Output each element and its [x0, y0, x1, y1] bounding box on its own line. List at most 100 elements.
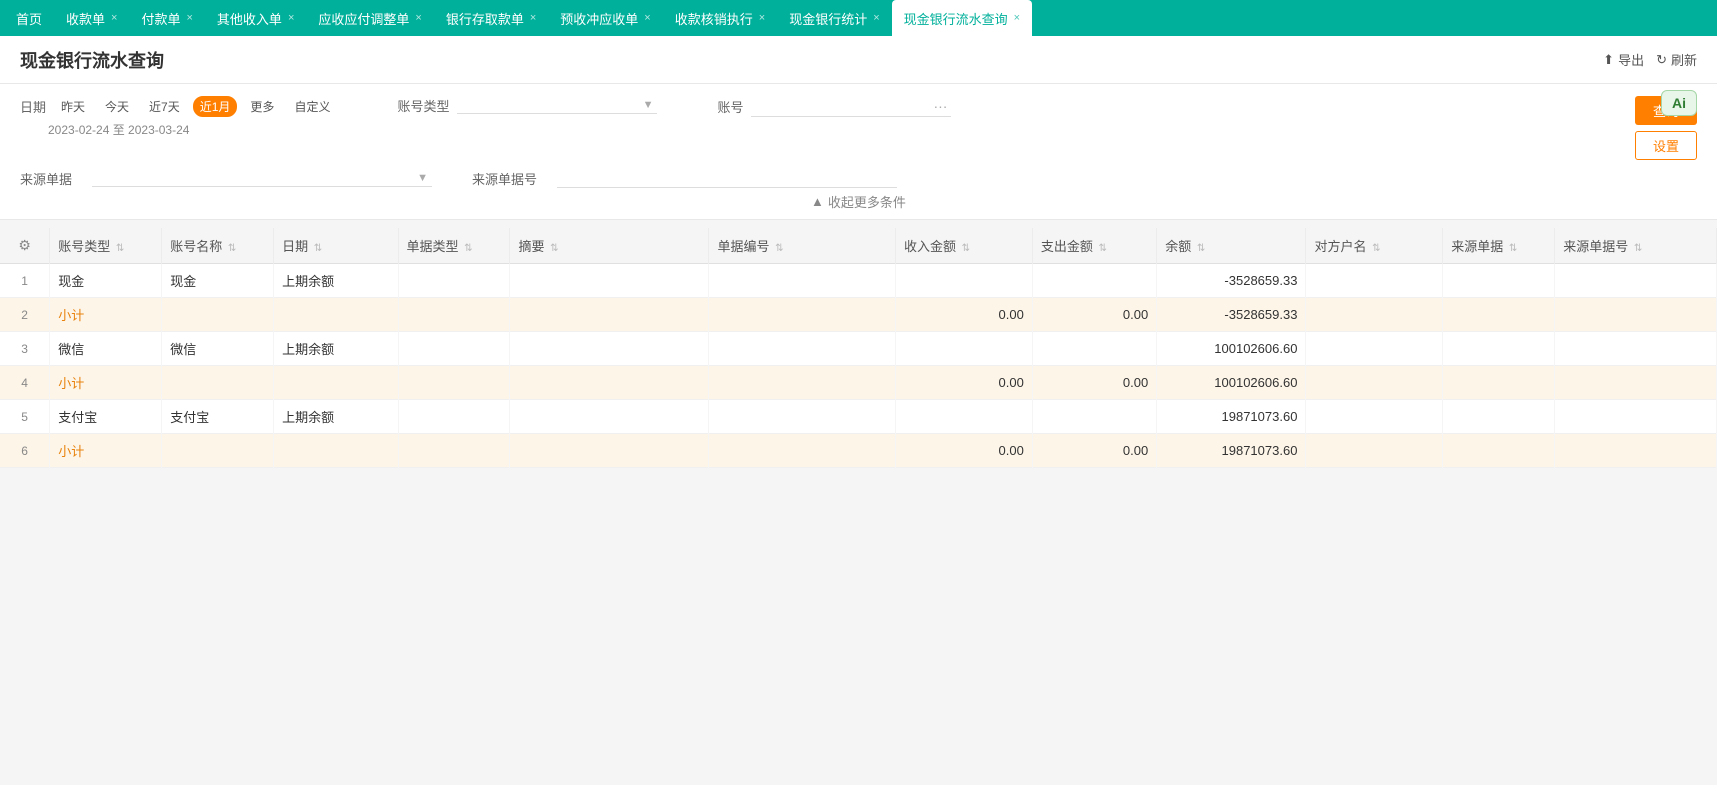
row-expense [1032, 332, 1156, 366]
date-label: 日期 [20, 97, 46, 116]
row-income [896, 264, 1033, 298]
col-income-sort-icon: ⇅ [962, 243, 970, 254]
page-title: 现金银行流水查询 [20, 47, 164, 73]
source-doc-select[interactable]: ▼ [92, 170, 432, 187]
col-doc-type-header[interactable]: 单据类型 ⇅ [398, 228, 510, 264]
nav-tab-payment-label: 付款单 [141, 9, 180, 28]
col-doc-no-header[interactable]: 单据编号 ⇅ [709, 228, 896, 264]
date-shortcuts: 昨天 今天 近7天 近1月 更多 自定义 [54, 96, 337, 117]
nav-tab-receipt[interactable]: 收款单 × [54, 0, 129, 36]
nav-tab-cash-bank-stat[interactable]: 现金银行统计 × [777, 0, 891, 36]
row-src-doc-no [1555, 298, 1717, 332]
nav-tab-prepay-ar[interactable]: 预收冲应收单 × [548, 0, 662, 36]
col-date-sort-icon: ⇅ [314, 243, 322, 254]
settings-button[interactable]: 设置 [1635, 131, 1697, 160]
table-row[interactable]: 3 微信 微信 上期余额 100102606.60 [0, 332, 1717, 366]
account-type-arrow-icon: ▼ [643, 99, 654, 111]
account-dots-icon[interactable]: ··· [933, 98, 947, 114]
export-icon: ⬆ [1603, 52, 1614, 68]
col-income-header[interactable]: 收入金额 ⇅ [896, 228, 1033, 264]
col-doc-no-label: 单据编号 [717, 239, 769, 254]
date-btn-more[interactable]: 更多 [243, 96, 281, 117]
col-balance-header[interactable]: 余额 ⇅ [1157, 228, 1306, 264]
date-btn-yesterday[interactable]: 昨天 [54, 96, 92, 117]
col-counterpart-label: 对方户名 [1314, 239, 1366, 254]
date-btn-custom[interactable]: 自定义 [287, 96, 337, 117]
account-field[interactable]: ··· [751, 96, 951, 117]
row-expense [1032, 264, 1156, 298]
nav-tab-bank-deposit[interactable]: 银行存取款单 × [434, 0, 548, 36]
col-acct-type-header[interactable]: 账号类型 ⇅ [50, 228, 162, 264]
col-settings-icon[interactable]: ⚙ [0, 228, 50, 264]
row-balance: 19871073.60 [1157, 400, 1306, 434]
account-type-select[interactable]: ▼ [457, 97, 657, 114]
source-doc-no-input[interactable] [557, 168, 897, 188]
account-type-label: 账号类型 [397, 96, 449, 115]
table-row[interactable]: 4 小计 0.00 0.00 100102606.60 [0, 366, 1717, 400]
row-acct-name: 支付宝 [162, 400, 274, 434]
col-date-header[interactable]: 日期 ⇅ [274, 228, 398, 264]
row-acct-type: 现金 [50, 264, 162, 298]
col-expense-label: 支出金额 [1041, 239, 1093, 254]
row-expense: 0.00 [1032, 434, 1156, 468]
close-cash-bank-stat-icon[interactable]: × [873, 12, 879, 24]
date-btn-7days[interactable]: 近7天 [142, 96, 187, 117]
col-summary-header[interactable]: 摘要 ⇅ [510, 228, 709, 264]
row-date [274, 366, 398, 400]
row-expense: 0.00 [1032, 366, 1156, 400]
nav-tab-bank-deposit-label: 银行存取款单 [446, 9, 524, 28]
table-row[interactable]: 6 小计 0.00 0.00 19871073.60 [0, 434, 1717, 468]
col-expense-header[interactable]: 支出金额 ⇅ [1032, 228, 1156, 264]
col-counterpart-header[interactable]: 对方户名 ⇅ [1306, 228, 1443, 264]
row-summary [510, 366, 709, 400]
nav-tab-home[interactable]: 首页 [4, 0, 54, 36]
col-src-doc-header[interactable]: 来源单据 ⇅ [1443, 228, 1555, 264]
nav-tab-other-income[interactable]: 其他收入单 × [205, 0, 306, 36]
row-idx: 1 [0, 264, 50, 298]
row-doc-type [398, 264, 510, 298]
row-summary [510, 264, 709, 298]
account-label: 账号 [717, 97, 743, 116]
date-btn-1month[interactable]: 近1月 [193, 96, 238, 117]
close-payment-icon[interactable]: × [186, 12, 192, 24]
close-cash-bank-flow-icon[interactable]: × [1014, 12, 1020, 24]
row-date: 上期余额 [274, 332, 398, 366]
nav-tab-cash-bank-flow[interactable]: 现金银行流水查询 × [892, 0, 1032, 36]
row-counterpart [1306, 366, 1443, 400]
table-row[interactable]: 2 小计 0.00 0.00 -3528659.33 [0, 298, 1717, 332]
row-counterpart [1306, 332, 1443, 366]
table-row[interactable]: 5 支付宝 支付宝 上期余额 19871073.60 [0, 400, 1717, 434]
close-prepay-ar-icon[interactable]: × [644, 12, 650, 24]
refresh-button[interactable]: ↻ 刷新 [1656, 50, 1697, 69]
row-counterpart [1306, 264, 1443, 298]
table-area: ⚙ 账号类型 ⇅ 账号名称 ⇅ 日期 ⇅ 单据类型 ⇅ [0, 228, 1717, 468]
close-receipt-verify-icon[interactable]: × [759, 12, 765, 24]
col-acct-name-header[interactable]: 账号名称 ⇅ [162, 228, 274, 264]
col-summary-label: 摘要 [518, 239, 544, 254]
close-bank-deposit-icon[interactable]: × [530, 12, 536, 24]
row-balance: 100102606.60 [1157, 332, 1306, 366]
ai-badge[interactable]: Ai [1661, 90, 1697, 116]
row-src-doc-no [1555, 434, 1717, 468]
collapse-bar[interactable]: ▲ 收起更多条件 [20, 188, 1697, 211]
nav-tab-receipt-verify[interactable]: 收款核销执行 × [663, 0, 777, 36]
col-src-doc-no-header[interactable]: 来源单据号 ⇅ [1555, 228, 1717, 264]
data-table: ⚙ 账号类型 ⇅ 账号名称 ⇅ 日期 ⇅ 单据类型 ⇅ [0, 228, 1717, 468]
table-body: 1 现金 现金 上期余额 -3528659.33 2 小计 0.00 0.00 … [0, 264, 1717, 468]
nav-tab-payment[interactable]: 付款单 × [129, 0, 204, 36]
date-btn-today[interactable]: 今天 [98, 96, 136, 117]
close-ar-ap-adjust-icon[interactable]: × [415, 12, 421, 24]
row-date: 上期余额 [274, 264, 398, 298]
export-button[interactable]: ⬆ 导出 [1603, 50, 1644, 69]
row-idx: 2 [0, 298, 50, 332]
col-doc-no-sort-icon: ⇅ [775, 243, 783, 254]
close-receipt-icon[interactable]: × [111, 12, 117, 24]
col-summary-sort-icon: ⇅ [550, 243, 558, 254]
nav-tab-ar-ap-adjust[interactable]: 应收应付调整单 × [306, 0, 433, 36]
col-src-doc-label: 来源单据 [1451, 239, 1503, 254]
close-other-income-icon[interactable]: × [288, 12, 294, 24]
row-date: 上期余额 [274, 400, 398, 434]
gear-icon[interactable]: ⚙ [18, 237, 31, 253]
table-row[interactable]: 1 现金 现金 上期余额 -3528659.33 [0, 264, 1717, 298]
col-src-doc-no-label: 来源单据号 [1563, 239, 1628, 254]
